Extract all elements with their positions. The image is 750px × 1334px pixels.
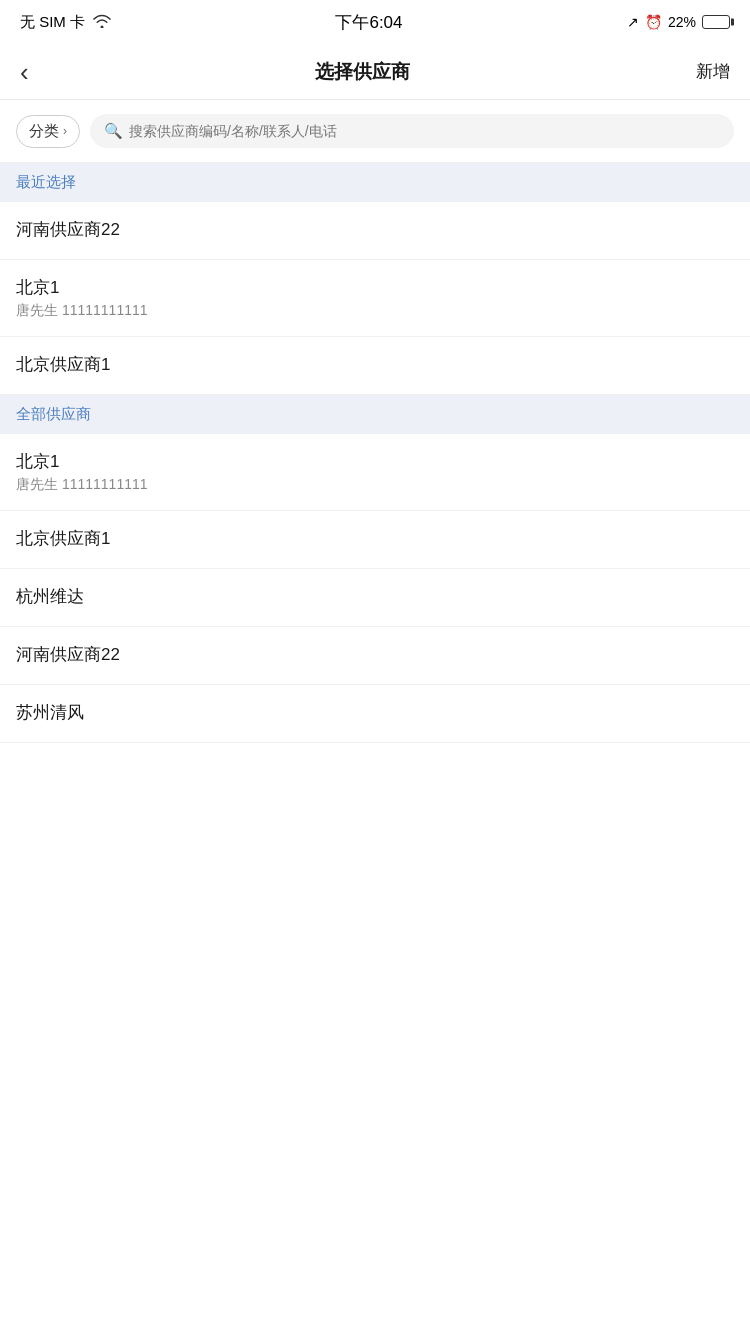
list-item[interactable]: 北京供应商1: [0, 511, 750, 569]
list-item-name: 苏州清风: [16, 701, 734, 724]
status-right: ↗ ⏰ 22%: [627, 14, 730, 30]
list-item[interactable]: 苏州清风: [0, 685, 750, 743]
category-button[interactable]: 分类 ›: [16, 115, 80, 148]
list-item[interactable]: 北京1 唐先生 11111111111: [0, 434, 750, 511]
status-bar: 无 SIM 卡 下午6:04 ↗ ⏰ 22%: [0, 0, 750, 44]
list-item-name: 河南供应商22: [16, 218, 734, 241]
list-item[interactable]: 北京1 唐先生 11111111111: [0, 260, 750, 337]
location-icon: ↗: [627, 14, 639, 30]
sim-text: 无 SIM 卡: [20, 13, 85, 32]
list-item-name: 北京供应商1: [16, 353, 734, 376]
search-input[interactable]: [129, 123, 720, 139]
list-item[interactable]: 河南供应商22: [0, 202, 750, 260]
all-section-title: 全部供应商: [16, 405, 91, 422]
list-item-sub: 唐先生 11111111111: [16, 476, 734, 494]
battery-percent: 22%: [668, 14, 696, 30]
add-button[interactable]: 新增: [696, 60, 730, 83]
search-area: 分类 › 🔍: [0, 100, 750, 163]
list-item-name: 北京供应商1: [16, 527, 734, 550]
list-item-sub: 唐先生 11111111111: [16, 302, 734, 320]
category-label: 分类: [29, 122, 59, 141]
list-item[interactable]: 北京供应商1: [0, 337, 750, 395]
list-item-name: 北京1: [16, 450, 734, 473]
all-section-header: 全部供应商: [0, 395, 750, 434]
search-input-wrap[interactable]: 🔍: [90, 114, 734, 148]
status-time: 下午6:04: [335, 11, 402, 34]
all-list: 北京1 唐先生 11111111111 北京供应商1 杭州维达河南供应商22 苏州清风: [0, 434, 750, 743]
list-item[interactable]: 杭州维达: [0, 569, 750, 627]
back-button[interactable]: ‹: [20, 59, 29, 85]
alarm-icon: ⏰: [645, 14, 662, 30]
list-item-name: 杭州维达: [16, 585, 734, 608]
battery-icon: [702, 15, 730, 29]
nav-bar: ‹ 选择供应商 新增: [0, 44, 750, 100]
search-icon: 🔍: [104, 122, 123, 140]
list-item-name: 北京1: [16, 276, 734, 299]
wifi-icon: [93, 14, 111, 31]
list-item-name: 河南供应商22: [16, 643, 734, 666]
nav-title: 选择供应商: [315, 59, 410, 85]
status-left: 无 SIM 卡: [20, 13, 111, 32]
list-item[interactable]: 河南供应商22: [0, 627, 750, 685]
chevron-right-icon: ›: [63, 124, 67, 138]
recent-section-header: 最近选择: [0, 163, 750, 202]
recent-list: 河南供应商22 北京1 唐先生 11111111111 北京供应商1: [0, 202, 750, 395]
recent-section-title: 最近选择: [16, 173, 76, 190]
